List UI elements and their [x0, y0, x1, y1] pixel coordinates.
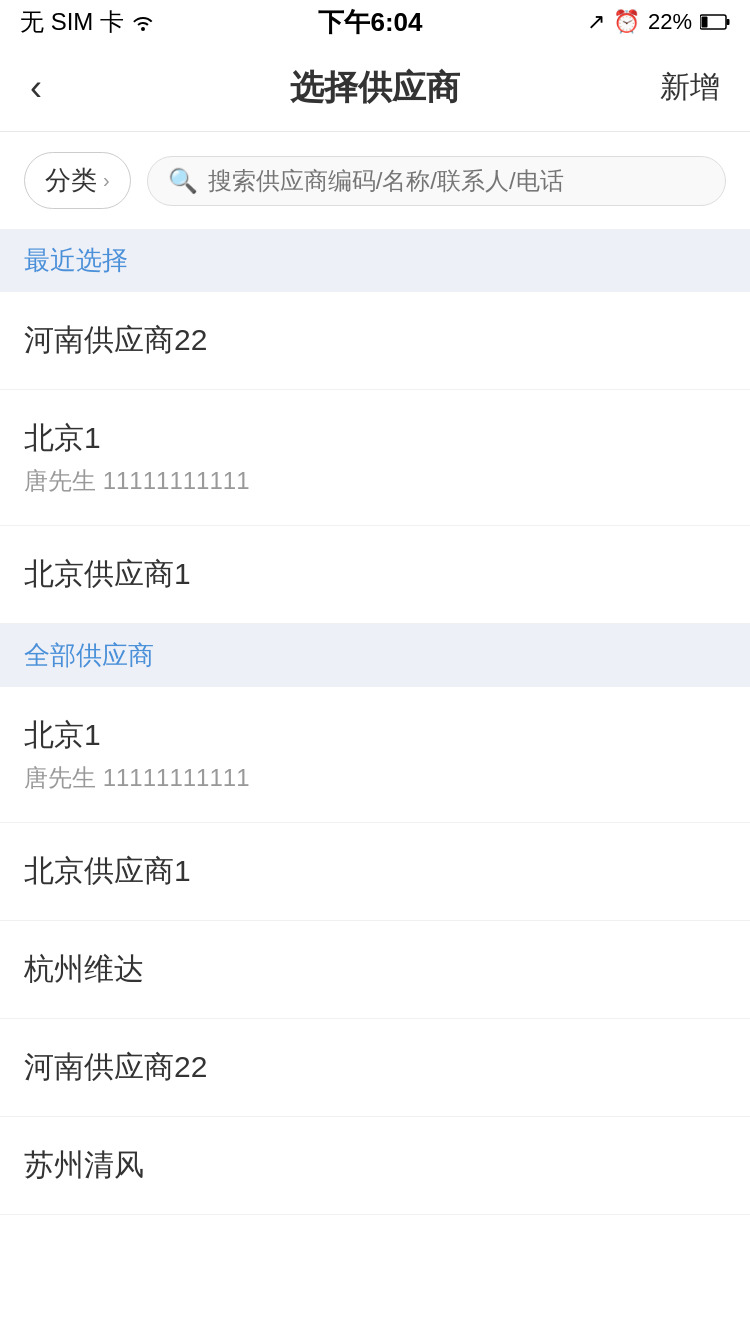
all-items-list: 北京1 唐先生 11111111111 北京供应商1 杭州维达河南供应商22 苏州清… — [0, 687, 750, 1215]
status-left: 无 SIM 卡 — [20, 6, 154, 38]
item-name: 河南供应商22 — [24, 1047, 726, 1088]
recent-list-item[interactable]: 河南供应商22 — [0, 292, 750, 390]
item-name: 北京1 — [24, 418, 726, 459]
item-name: 北京供应商1 — [24, 851, 726, 892]
category-label: 分类 — [45, 163, 97, 198]
back-button[interactable]: ‹ — [30, 67, 90, 109]
battery-icon — [700, 14, 730, 30]
item-name: 杭州维达 — [24, 949, 726, 990]
no-sim-label: 无 SIM 卡 — [20, 6, 124, 38]
svg-rect-2 — [701, 17, 707, 28]
search-box: 🔍 — [147, 156, 726, 206]
status-right: ↗ ⏰ 22% — [587, 9, 730, 35]
item-name: 苏州清风 — [24, 1145, 726, 1186]
status-time: 下午6:04 — [318, 5, 422, 40]
recent-section-header: 最近选择 — [0, 229, 750, 292]
item-detail: 唐先生 11111111111 — [24, 465, 726, 497]
all-section-header: 全部供应商 — [0, 624, 750, 687]
status-bar: 无 SIM 卡 下午6:04 ↗ ⏰ 22% — [0, 0, 750, 44]
all-list-item[interactable]: 杭州维达 — [0, 921, 750, 1019]
battery-percentage: 22% — [648, 9, 692, 35]
all-list-item[interactable]: 苏州清风 — [0, 1117, 750, 1215]
search-icon: 🔍 — [168, 167, 198, 195]
recent-section-label: 最近选择 — [24, 245, 128, 275]
all-list-item[interactable]: 北京1 唐先生 11111111111 — [0, 687, 750, 823]
all-section-label: 全部供应商 — [24, 640, 154, 670]
recent-list-item[interactable]: 北京供应商1 — [0, 526, 750, 624]
wifi-icon — [132, 13, 154, 31]
recent-list-item[interactable]: 北京1 唐先生 11111111111 — [0, 390, 750, 526]
filter-bar: 分类 › 🔍 — [0, 132, 750, 229]
all-list-item[interactable]: 北京供应商1 — [0, 823, 750, 921]
item-name: 北京1 — [24, 715, 726, 756]
item-name: 北京供应商1 — [24, 554, 726, 595]
item-detail: 唐先生 11111111111 — [24, 762, 726, 794]
all-list-item[interactable]: 河南供应商22 — [0, 1019, 750, 1117]
nav-bar: ‹ 选择供应商 新增 — [0, 44, 750, 132]
search-input[interactable] — [208, 167, 705, 195]
add-button[interactable]: 新增 — [660, 67, 720, 108]
svg-rect-1 — [726, 19, 729, 25]
recent-items-list: 河南供应商22 北京1 唐先生 11111111111 北京供应商1 — [0, 292, 750, 624]
item-name: 河南供应商22 — [24, 320, 726, 361]
alarm-icon: ⏰ — [613, 9, 640, 35]
chevron-right-icon: › — [103, 169, 110, 192]
category-button[interactable]: 分类 › — [24, 152, 131, 209]
location-icon: ↗ — [587, 9, 605, 35]
page-title: 选择供应商 — [290, 65, 460, 111]
